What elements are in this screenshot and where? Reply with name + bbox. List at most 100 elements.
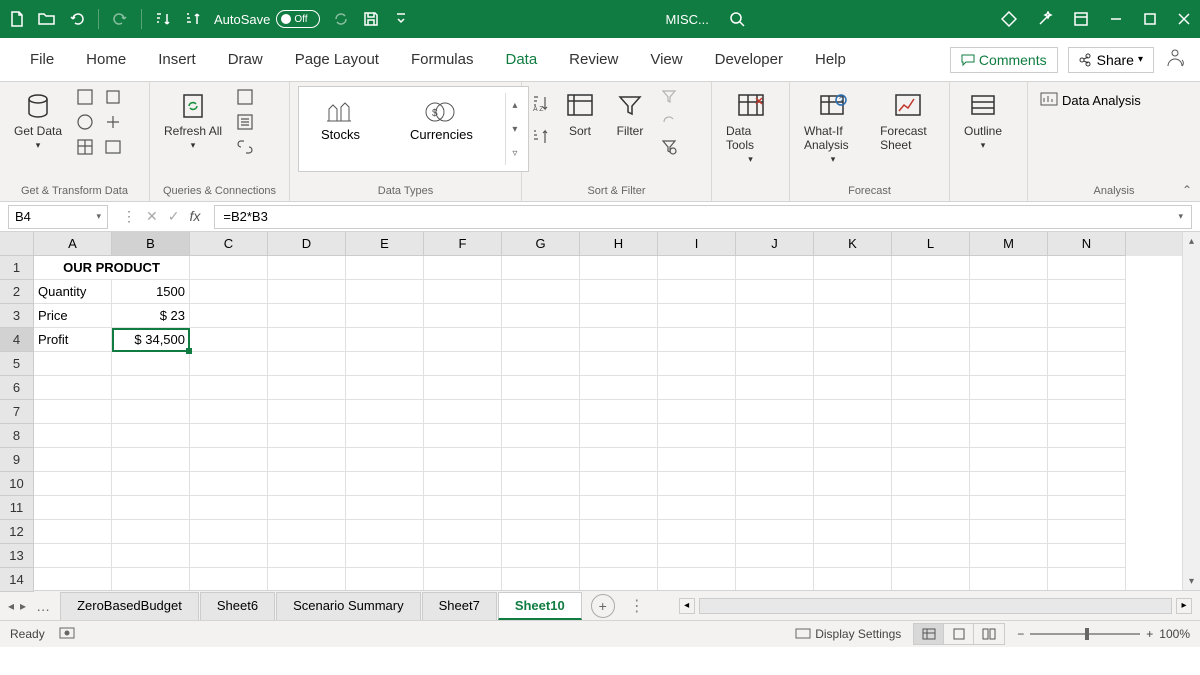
row-header-2[interactable]: 2 [0,280,34,304]
row-header-3[interactable]: 3 [0,304,34,328]
cell-L7[interactable] [892,400,970,424]
cell-E6[interactable] [346,376,424,400]
cell-A13[interactable] [34,544,112,568]
stocks-button[interactable]: Stocks [303,93,378,165]
cell-a1-b1[interactable]: OUR PRODUCT [34,256,190,280]
cell-I12[interactable] [658,520,736,544]
close-icon[interactable] [1176,11,1192,27]
cell-M5[interactable] [970,352,1048,376]
cell-H10[interactable] [580,472,658,496]
row-header-11[interactable]: 11 [0,496,34,520]
cell-C9[interactable] [190,448,268,472]
properties-icon[interactable] [234,111,256,133]
cell-L8[interactable] [892,424,970,448]
new-file-icon[interactable] [8,10,26,28]
cell-N14[interactable] [1048,568,1126,590]
cell-E12[interactable] [346,520,424,544]
cell-B10[interactable] [112,472,190,496]
cell-L14[interactable] [892,568,970,590]
data-analysis-button[interactable]: Data Analysis [1036,90,1145,110]
cell-I4[interactable] [658,328,736,352]
cell-D7[interactable] [268,400,346,424]
cell-B4[interactable]: $ 34,500 [112,328,190,352]
cell-G10[interactable] [502,472,580,496]
save-icon[interactable] [362,10,380,28]
cell-D1[interactable] [268,256,346,280]
cell-C12[interactable] [190,520,268,544]
advanced-filter-icon[interactable] [658,136,680,158]
cell-E13[interactable] [346,544,424,568]
cell-A2[interactable]: Quantity [34,280,112,304]
cell-E2[interactable] [346,280,424,304]
minimize-icon[interactable] [1108,11,1124,27]
cell-B2[interactable]: 1500 [112,280,190,304]
tab-review[interactable]: Review [553,45,634,74]
cell-I3[interactable] [658,304,736,328]
currencies-button[interactable]: $ Currencies [392,93,491,165]
cell-J4[interactable] [736,328,814,352]
sort-asc-icon[interactable] [154,10,172,28]
fbar-more-icon[interactable]: ⋮ [122,208,136,225]
row-header-4[interactable]: 4 [0,328,34,352]
outline-button[interactable]: Outline▾ [958,86,1008,155]
col-header-L[interactable]: L [892,232,970,256]
cell-K4[interactable] [814,328,892,352]
cell-F2[interactable] [424,280,502,304]
redo-icon[interactable] [111,10,129,28]
cell-C11[interactable] [190,496,268,520]
cell-C3[interactable] [190,304,268,328]
cell-H8[interactable] [580,424,658,448]
cell-D4[interactable] [268,328,346,352]
cell-H1[interactable] [580,256,658,280]
cell-D2[interactable] [268,280,346,304]
cell-A8[interactable] [34,424,112,448]
cell-D14[interactable] [268,568,346,590]
cell-E5[interactable] [346,352,424,376]
tab-help[interactable]: Help [799,45,862,74]
cell-A12[interactable] [34,520,112,544]
cell-J1[interactable] [736,256,814,280]
cell-K5[interactable] [814,352,892,376]
cell-D3[interactable] [268,304,346,328]
cell-B6[interactable] [112,376,190,400]
cell-H4[interactable] [580,328,658,352]
cell-D5[interactable] [268,352,346,376]
cell-B14[interactable] [112,568,190,590]
cell-C13[interactable] [190,544,268,568]
wand-icon[interactable] [1036,10,1054,28]
cell-I13[interactable] [658,544,736,568]
cell-B5[interactable] [112,352,190,376]
cell-A3[interactable]: Price [34,304,112,328]
cell-A14[interactable] [34,568,112,590]
from-text-icon[interactable] [74,86,96,108]
cell-F8[interactable] [424,424,502,448]
row-header-14[interactable]: 14 [0,568,34,592]
from-picture-icon[interactable] [102,136,124,158]
cell-G6[interactable] [502,376,580,400]
cell-B3[interactable]: $ 23 [112,304,190,328]
tab-insert[interactable]: Insert [142,45,212,74]
cell-M10[interactable] [970,472,1048,496]
tab-file[interactable]: File [14,45,70,74]
cell-D8[interactable] [268,424,346,448]
row-header-6[interactable]: 6 [0,376,34,400]
cell-J12[interactable] [736,520,814,544]
comments-button[interactable]: Comments [950,47,1058,73]
cell-G13[interactable] [502,544,580,568]
account-icon[interactable] [1164,46,1186,73]
cell-M13[interactable] [970,544,1048,568]
col-header-C[interactable]: C [190,232,268,256]
sheet-tab-sheet6[interactable]: Sheet6 [200,592,275,620]
cell-K8[interactable] [814,424,892,448]
col-header-N[interactable]: N [1048,232,1126,256]
cell-J6[interactable] [736,376,814,400]
tab-developer[interactable]: Developer [699,45,799,74]
fx-icon[interactable]: fx [189,208,200,225]
cell-L13[interactable] [892,544,970,568]
cell-G1[interactable] [502,256,580,280]
cell-K3[interactable] [814,304,892,328]
cell-B11[interactable] [112,496,190,520]
tab-split-icon[interactable]: ⋮ [615,596,659,616]
cell-D6[interactable] [268,376,346,400]
cell-C5[interactable] [190,352,268,376]
